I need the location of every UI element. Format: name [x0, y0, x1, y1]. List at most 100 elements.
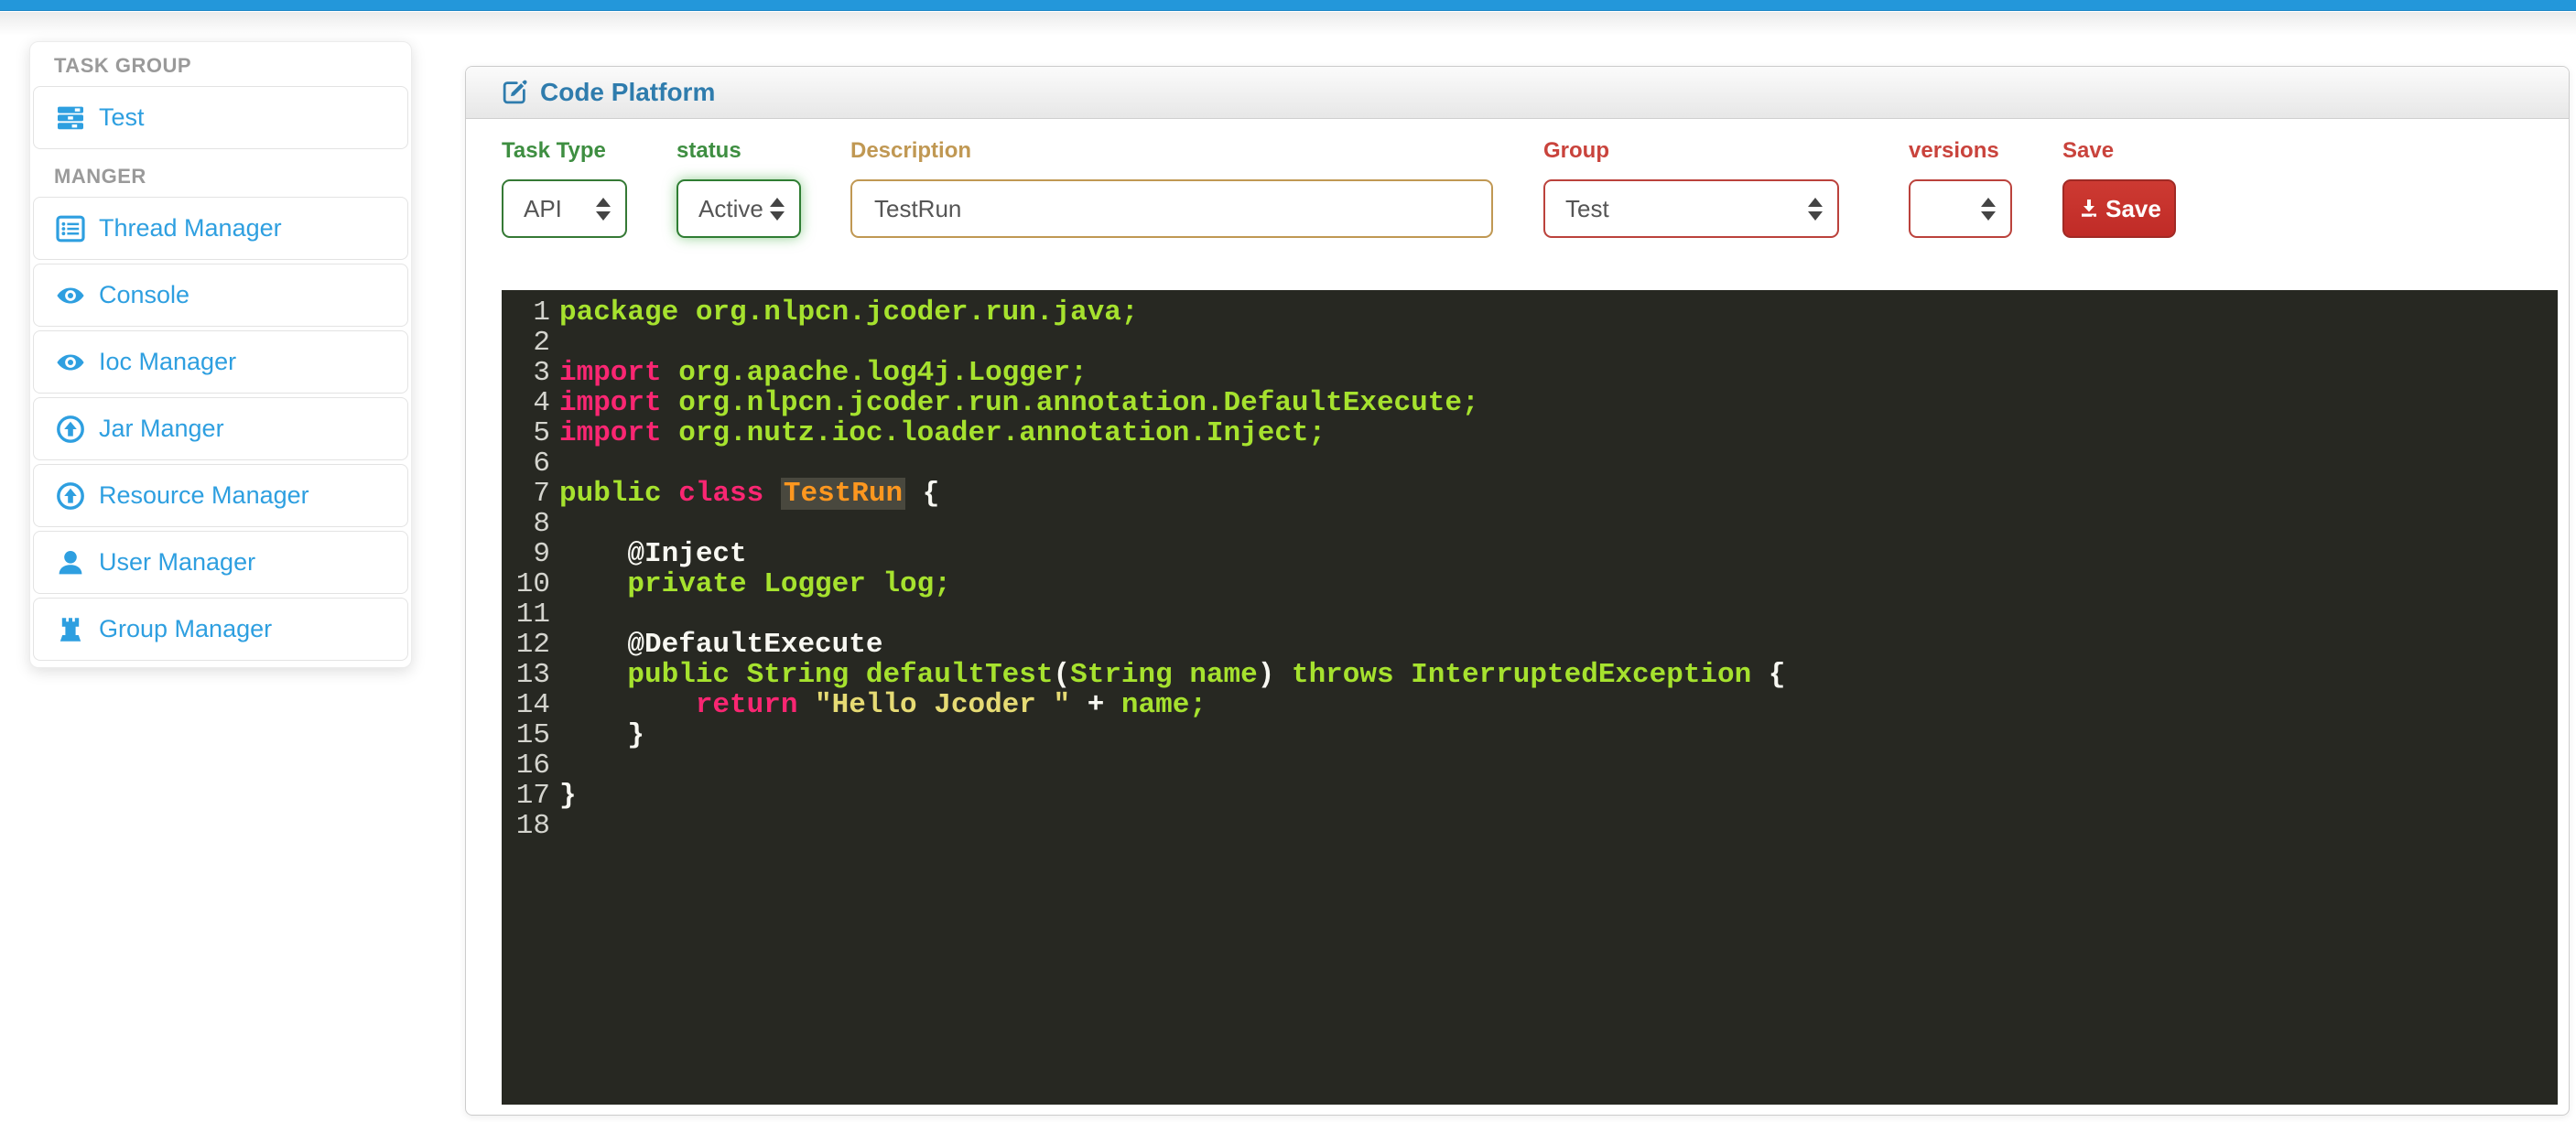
code-text: private Logger log;: [559, 568, 951, 600]
top-shadow: [0, 12, 2576, 36]
code-line: 18: [502, 811, 2558, 841]
sidebar-item-label: Thread Manager: [99, 214, 282, 242]
code-line: 15 }: [502, 720, 2558, 750]
line-number: 17: [515, 780, 550, 812]
code-line: 17}: [502, 781, 2558, 811]
save-button-text: Save: [2105, 194, 2161, 222]
sidebar-item-label: Group Manager: [99, 615, 273, 642]
line-number: 13: [515, 659, 550, 691]
sidebar-item-label: Ioc Manager: [99, 348, 237, 375]
status-label: status: [676, 138, 741, 163]
sidebar-item-test[interactable]: Test: [33, 86, 408, 149]
panel-body: Task Type API status Active Description …: [466, 119, 2569, 1116]
line-number: 5: [533, 417, 550, 449]
line-number: 6: [533, 448, 550, 480]
task-type-value: API: [524, 194, 562, 222]
status-select[interactable]: Active: [676, 179, 801, 238]
user-icon: [54, 546, 87, 579]
code-text: import org.nutz.ioc.loader.annotation.In…: [559, 417, 1326, 449]
code-line: 8: [502, 509, 2558, 539]
tower-icon: [54, 613, 87, 646]
sidebar-item-label: User Manager: [99, 548, 256, 576]
line-number: 10: [515, 568, 550, 600]
field-description: Description: [850, 138, 1493, 238]
code-text: @DefaultExecute: [559, 629, 883, 661]
code-line: 2: [502, 328, 2558, 358]
sidebar-item-console[interactable]: Console: [33, 264, 408, 327]
tasks-icon: [54, 102, 87, 135]
task-type-select[interactable]: API: [502, 179, 627, 238]
sidebar-section-header: MANGER: [54, 165, 146, 188]
description-input[interactable]: [850, 179, 1493, 238]
top-navbar: [0, 0, 2576, 11]
line-number: 16: [515, 750, 550, 782]
sidebar-item-resource-manager[interactable]: Resource Manager: [33, 464, 408, 527]
code-line: 7 public class TestRun {: [502, 478, 2558, 510]
sidebar: TASK GROUP Test MANGER Thread Manager Consol…: [29, 41, 412, 668]
eye-icon: [54, 346, 87, 379]
save-button[interactable]: Save: [2062, 179, 2176, 238]
eye-icon: [54, 279, 87, 312]
line-number: 11: [515, 599, 550, 631]
line-number: 4: [533, 387, 550, 419]
code-text: @Inject: [559, 538, 747, 570]
panel-header: Code Platform: [466, 67, 2569, 119]
sidebar-item-label: Console: [99, 281, 190, 308]
sidebar-item-label: Test: [99, 103, 145, 131]
line-number: 15: [515, 719, 550, 751]
code-line: 4 import org.nlpcn.jcoder.run.annotation.…: [502, 388, 2558, 418]
code-line: 5 import org.nutz.ioc.loader.annotation.I…: [502, 418, 2558, 448]
sidebar-section-header: TASK GROUP: [54, 54, 192, 77]
field-status: status Active: [676, 138, 801, 238]
versions-select[interactable]: [1909, 179, 2012, 238]
code-text: public String defaultTest(String name) t…: [559, 659, 1786, 691]
sidebar-item-group-manager[interactable]: Group Manager: [33, 598, 408, 661]
task-type-label: Task Type: [502, 138, 606, 163]
code-line: 12 @DefaultExecute: [502, 630, 2558, 660]
line-number: 2: [533, 327, 550, 359]
status-value: Active: [698, 194, 763, 222]
edit-icon: [503, 80, 527, 104]
code-platform-panel: Code Platform Task Type API status Activ…: [465, 66, 2570, 1116]
line-number: 12: [515, 629, 550, 661]
code-text: }: [559, 780, 577, 812]
line-number: 3: [533, 357, 550, 389]
line-number: 18: [515, 810, 550, 842]
sidebar-item-jar-manger[interactable]: Jar Manger: [33, 397, 408, 460]
page: TASK GROUP Test MANGER Thread Manager Consol…: [0, 0, 2576, 1122]
code-line: 14 return "Hello Jcoder " + name;: [502, 690, 2558, 720]
group-value: Test: [1565, 194, 1609, 222]
sidebar-item-ioc-manager[interactable]: Ioc Manager: [33, 330, 408, 394]
code-line: 6: [502, 448, 2558, 479]
field-versions: versions: [1909, 138, 2012, 238]
save-label: Save: [2062, 138, 2115, 163]
line-number: 7: [533, 478, 550, 510]
panel-title: Code Platform: [540, 78, 716, 106]
list-alt-icon: [54, 212, 87, 245]
sidebar-item-label: Jar Manger: [99, 415, 224, 442]
code-lines: 1 package org.nlpcn.jcoder.run.java; 2 3 imp…: [502, 290, 2558, 841]
code-line: 16: [502, 750, 2558, 781]
field-group: Group Test: [1543, 138, 1839, 238]
code-text: package org.nlpcn.jcoder.run.java;: [559, 297, 1139, 329]
select-arrows-icon: [770, 197, 785, 221]
select-arrows-icon: [1808, 197, 1823, 221]
sidebar-item-thread-manager[interactable]: Thread Manager: [33, 197, 408, 260]
code-editor[interactable]: 1 package org.nlpcn.jcoder.run.java; 2 3 imp…: [502, 290, 2558, 1105]
line-number: 14: [515, 689, 550, 721]
download-icon: [2082, 200, 2097, 217]
code-line: 10 private Logger log;: [502, 569, 2558, 599]
select-arrows-icon: [1981, 197, 1996, 221]
code-text: public class TestRun {: [559, 478, 940, 510]
sidebar-item-user-manager[interactable]: User Manager: [33, 531, 408, 594]
code-text: return "Hello Jcoder " + name;: [559, 689, 1207, 721]
sidebar-item-label: Resource Manager: [99, 481, 309, 509]
group-select[interactable]: Test: [1543, 179, 1839, 238]
arrow-up-circle-icon: [54, 480, 87, 512]
code-line: 11: [502, 599, 2558, 630]
arrow-up-circle-icon: [54, 413, 87, 446]
line-number: 8: [533, 508, 550, 540]
code-line: 3 import org.apache.log4j.Logger;: [502, 358, 2558, 388]
code-text: import org.nlpcn.jcoder.run.annotation.D…: [559, 387, 1479, 419]
line-number: 1: [533, 297, 550, 329]
